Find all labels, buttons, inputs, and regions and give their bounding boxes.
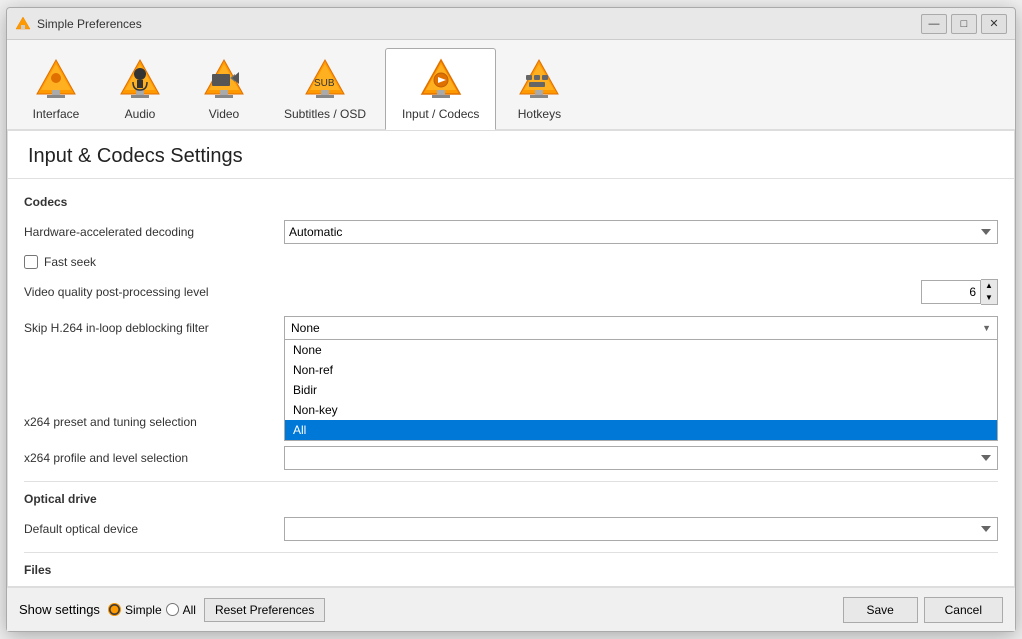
skip-filter-label: Skip H.264 in-loop deblocking filter bbox=[24, 321, 284, 335]
hotkeys-label: Hotkeys bbox=[518, 107, 561, 121]
input-label: Input / Codecs bbox=[402, 107, 479, 121]
page-title: Input & Codecs Settings bbox=[8, 131, 1014, 179]
audio-icon bbox=[116, 55, 164, 103]
app-icon bbox=[15, 16, 31, 32]
close-button[interactable]: ✕ bbox=[981, 14, 1007, 34]
show-settings-label: Show settings bbox=[19, 602, 100, 617]
skip-option-nonkey[interactable]: Non-key bbox=[285, 400, 997, 420]
audio-label: Audio bbox=[125, 107, 156, 121]
skip-filter-control: None None Non-ref Bidir Non-key All bbox=[284, 316, 998, 340]
simple-label[interactable]: Simple bbox=[125, 603, 162, 617]
video-quality-label: Video quality post-processing level bbox=[24, 285, 284, 299]
fast-seek-checkbox[interactable] bbox=[24, 255, 38, 269]
video-quality-spinner: ▲ ▼ bbox=[981, 279, 998, 305]
reset-button[interactable]: Reset Preferences bbox=[204, 598, 325, 622]
x264-profile-row: x264 profile and level selection None Ba… bbox=[24, 445, 998, 471]
codecs-divider bbox=[24, 481, 998, 482]
all-label[interactable]: All bbox=[183, 603, 196, 617]
main-window: Simple Preferences — □ ✕ Interface bbox=[6, 7, 1016, 632]
minimize-button[interactable]: — bbox=[921, 14, 947, 34]
nav-item-input[interactable]: Input / Codecs bbox=[385, 48, 496, 130]
all-radio[interactable] bbox=[166, 603, 179, 616]
titlebar: Simple Preferences — □ ✕ bbox=[7, 8, 1015, 40]
optical-device-control bbox=[284, 517, 998, 541]
optical-device-select[interactable] bbox=[284, 517, 998, 541]
optical-device-label: Default optical device bbox=[24, 522, 284, 536]
scrollable-content: Codecs Hardware-accelerated decoding Aut… bbox=[8, 179, 1014, 586]
save-button[interactable]: Save bbox=[843, 597, 918, 623]
footer-left: Show settings Simple All Reset Preferenc… bbox=[19, 598, 835, 622]
content-area: Input & Codecs Settings Codecs Hardware-… bbox=[7, 130, 1015, 587]
hotkeys-icon bbox=[515, 55, 563, 103]
skip-option-all[interactable]: All bbox=[285, 420, 997, 440]
nav-item-interface[interactable]: Interface bbox=[15, 48, 97, 129]
simple-radio[interactable] bbox=[108, 603, 121, 616]
hw-decoding-select[interactable]: Automatic DirectX VA 2.0 DirectX 11 NVID… bbox=[284, 220, 998, 244]
skip-filter-list: None Non-ref Bidir Non-key All bbox=[284, 339, 998, 441]
skip-filter-row: Skip H.264 in-loop deblocking filter Non… bbox=[24, 315, 998, 341]
maximize-button[interactable]: □ bbox=[951, 14, 977, 34]
footer-right: Save Cancel bbox=[843, 597, 1003, 623]
video-quality-control: ▲ ▼ bbox=[284, 279, 998, 305]
nav-item-subtitles[interactable]: SUB Subtitles / OSD bbox=[267, 48, 383, 129]
interface-icon bbox=[32, 55, 80, 103]
video-quality-row: Video quality post-processing level ▲ ▼ bbox=[24, 279, 998, 305]
hw-decoding-control: Automatic DirectX VA 2.0 DirectX 11 NVID… bbox=[284, 220, 998, 244]
interface-label: Interface bbox=[33, 107, 80, 121]
optical-device-row: Default optical device bbox=[24, 516, 998, 542]
x264-profile-control: None Baseline bbox=[284, 446, 998, 470]
fast-seek-label[interactable]: Fast seek bbox=[44, 255, 96, 269]
optical-section-header: Optical drive bbox=[24, 492, 998, 506]
svg-text:SUB: SUB bbox=[314, 78, 335, 89]
codecs-section-header: Codecs bbox=[24, 195, 998, 209]
fast-seek-row: Fast seek bbox=[24, 255, 998, 269]
hw-decoding-row: Hardware-accelerated decoding Automatic … bbox=[24, 219, 998, 245]
nav-item-video[interactable]: Video bbox=[183, 48, 265, 129]
x264-profile-select[interactable]: None Baseline bbox=[284, 446, 998, 470]
skip-option-none[interactable]: None bbox=[285, 340, 997, 360]
x264-preset-label: x264 preset and tuning selection bbox=[24, 415, 284, 429]
window-title: Simple Preferences bbox=[37, 17, 921, 31]
nav-item-audio[interactable]: Audio bbox=[99, 48, 181, 129]
skip-option-bidir[interactable]: Bidir bbox=[285, 380, 997, 400]
video-quality-up[interactable]: ▲ bbox=[981, 280, 997, 292]
subtitles-label: Subtitles / OSD bbox=[284, 107, 366, 121]
subtitles-icon: SUB bbox=[301, 55, 349, 103]
input-icon bbox=[417, 55, 465, 103]
video-quality-down[interactable]: ▼ bbox=[981, 292, 997, 304]
nav-item-hotkeys[interactable]: Hotkeys bbox=[498, 48, 580, 129]
skip-option-nonref[interactable]: Non-ref bbox=[285, 360, 997, 380]
hw-decoding-label: Hardware-accelerated decoding bbox=[24, 225, 284, 239]
skip-filter-wrapper: None None Non-ref Bidir Non-key All bbox=[284, 316, 998, 340]
footer: Show settings Simple All Reset Preferenc… bbox=[7, 587, 1015, 631]
video-label: Video bbox=[209, 107, 239, 121]
optical-divider bbox=[24, 552, 998, 553]
nav-bar: Interface Audio bbox=[7, 40, 1015, 130]
skip-filter-selected[interactable]: None bbox=[284, 316, 998, 340]
video-icon bbox=[200, 55, 248, 103]
window-controls: — □ ✕ bbox=[921, 14, 1007, 34]
files-section-header: Files bbox=[24, 563, 998, 577]
cancel-button[interactable]: Cancel bbox=[924, 597, 1003, 623]
video-quality-input[interactable] bbox=[921, 280, 981, 304]
settings-mode-group: Simple All bbox=[108, 603, 196, 617]
x264-profile-label: x264 profile and level selection bbox=[24, 451, 284, 465]
